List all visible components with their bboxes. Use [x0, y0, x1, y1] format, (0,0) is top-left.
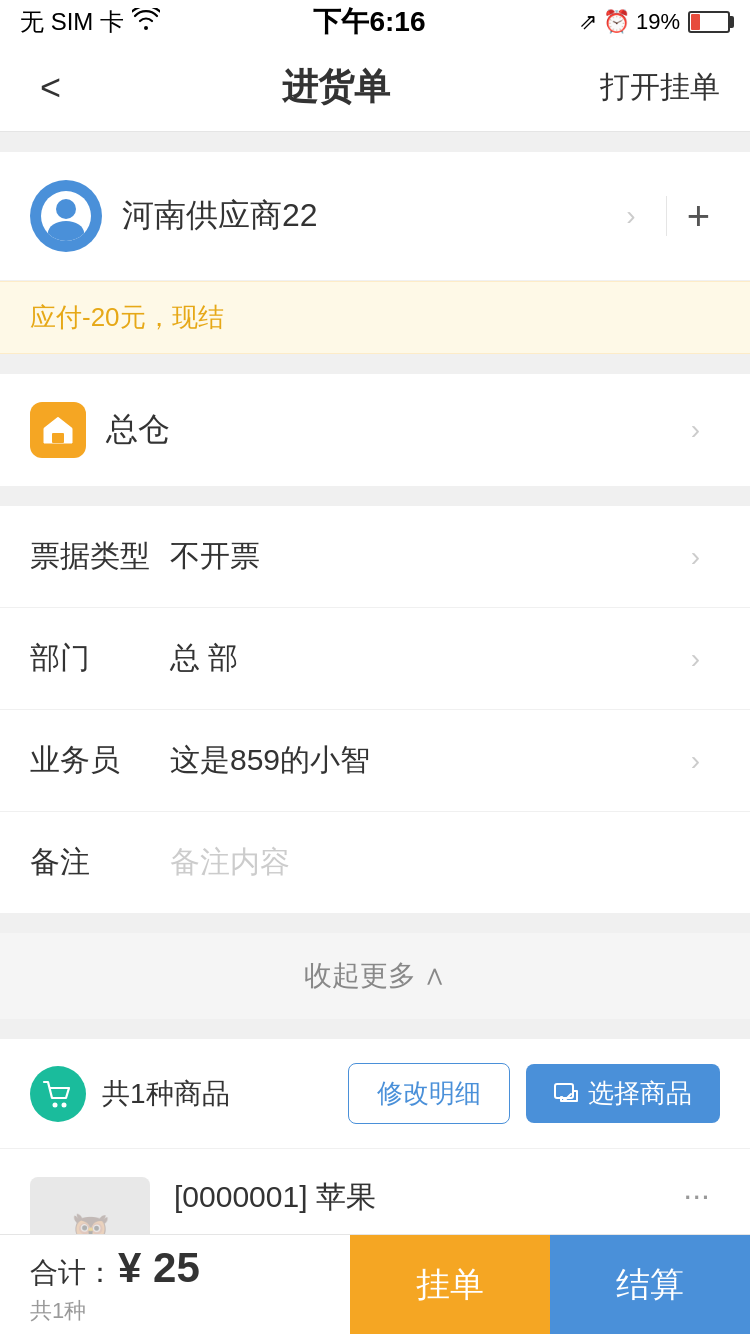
- select-product-button[interactable]: 选择商品: [526, 1064, 720, 1123]
- footer: 合计： ¥ 25 共1种 挂单 结算: [0, 1234, 750, 1334]
- sim-status: 无 SIM 卡: [20, 6, 124, 38]
- dept-label: 部门: [30, 638, 150, 679]
- remark-placeholder: 备注内容: [150, 842, 720, 883]
- warehouse-name: 总仓: [106, 408, 671, 452]
- status-bar: 无 SIM 卡 下午6:16 ⇗ ⏰ 19%: [0, 0, 750, 44]
- svg-point-2: [62, 1102, 67, 1107]
- remark-label: 备注: [30, 842, 150, 883]
- footer-total: 合计： ¥ 25 共1种: [0, 1244, 350, 1326]
- supplier-alert-banner: 应付-20元，现结: [0, 281, 750, 354]
- form-section: 票据类型 不开票 › 部门 总 部 › 业务员 这是859的小智 › 备注 备注…: [0, 506, 750, 913]
- page-title: 进货单: [282, 63, 390, 112]
- location-icon: ⇗: [579, 9, 597, 35]
- sales-label: 业务员: [30, 740, 150, 781]
- battery-icon: [688, 11, 730, 33]
- product-more-button[interactable]: ···: [673, 1177, 720, 1214]
- sales-value: 这是859的小智: [150, 740, 671, 781]
- svg-point-1: [53, 1102, 58, 1107]
- back-button[interactable]: <: [30, 57, 71, 119]
- supplier-name: 河南供应商22: [122, 194, 606, 238]
- supplier-section: 河南供应商22 › + 应付-20元，现结: [0, 152, 750, 354]
- status-left: 无 SIM 卡: [20, 6, 160, 38]
- invoice-value: 不开票: [150, 536, 671, 577]
- svg-rect-0: [52, 433, 64, 443]
- warehouse-row[interactable]: 总仓 ›: [0, 374, 750, 486]
- dept-chevron-icon: ›: [691, 643, 700, 675]
- total-label: 合计：: [30, 1254, 114, 1292]
- dept-row[interactable]: 部门 总 部 ›: [0, 608, 750, 710]
- supplier-chevron-icon: ›: [626, 200, 635, 232]
- hold-button[interactable]: 挂单: [350, 1235, 550, 1335]
- invoice-row[interactable]: 票据类型 不开票 ›: [0, 506, 750, 608]
- warehouse-icon: [30, 402, 86, 458]
- add-button[interactable]: +: [677, 194, 720, 239]
- total-sub: 共1种: [30, 1296, 320, 1326]
- sales-chevron-icon: ›: [691, 745, 700, 777]
- warehouse-chevron-icon: ›: [691, 414, 700, 446]
- collapse-bar[interactable]: 收起更多 ∧: [0, 933, 750, 1019]
- edit-detail-button[interactable]: 修改明细: [348, 1063, 510, 1124]
- status-time: 下午6:16: [313, 3, 425, 41]
- dept-value: 总 部: [150, 638, 671, 679]
- product-count: 共1种商品: [102, 1075, 348, 1113]
- invoice-chevron-icon: ›: [691, 541, 700, 573]
- alarm-icon: ⏰: [603, 9, 630, 35]
- warehouse-section: 总仓 ›: [0, 374, 750, 486]
- open-hold-button[interactable]: 打开挂单: [600, 67, 720, 108]
- divider: [666, 196, 667, 236]
- supplier-avatar: [30, 180, 102, 252]
- select-product-label: 选择商品: [588, 1076, 692, 1111]
- total-amount: ¥ 25: [118, 1244, 200, 1292]
- product-title: 苹果: [316, 1180, 376, 1213]
- product-code: [0000001]: [174, 1180, 307, 1213]
- remark-row[interactable]: 备注 备注内容: [0, 812, 750, 913]
- cart-icon: [30, 1066, 86, 1122]
- settle-button[interactable]: 结算: [550, 1235, 750, 1335]
- invoice-label: 票据类型: [30, 536, 150, 577]
- supplier-row[interactable]: 河南供应商22 › +: [0, 152, 750, 281]
- battery-percent: 19%: [636, 9, 680, 35]
- wifi-icon: [132, 8, 160, 36]
- product-name: [0000001] 苹果: [174, 1177, 673, 1218]
- nav-bar: < 进货单 打开挂单: [0, 44, 750, 132]
- product-header: 共1种商品 修改明细 选择商品: [0, 1039, 750, 1149]
- status-right: ⇗ ⏰ 19%: [579, 9, 730, 35]
- sales-row[interactable]: 业务员 这是859的小智 ›: [0, 710, 750, 812]
